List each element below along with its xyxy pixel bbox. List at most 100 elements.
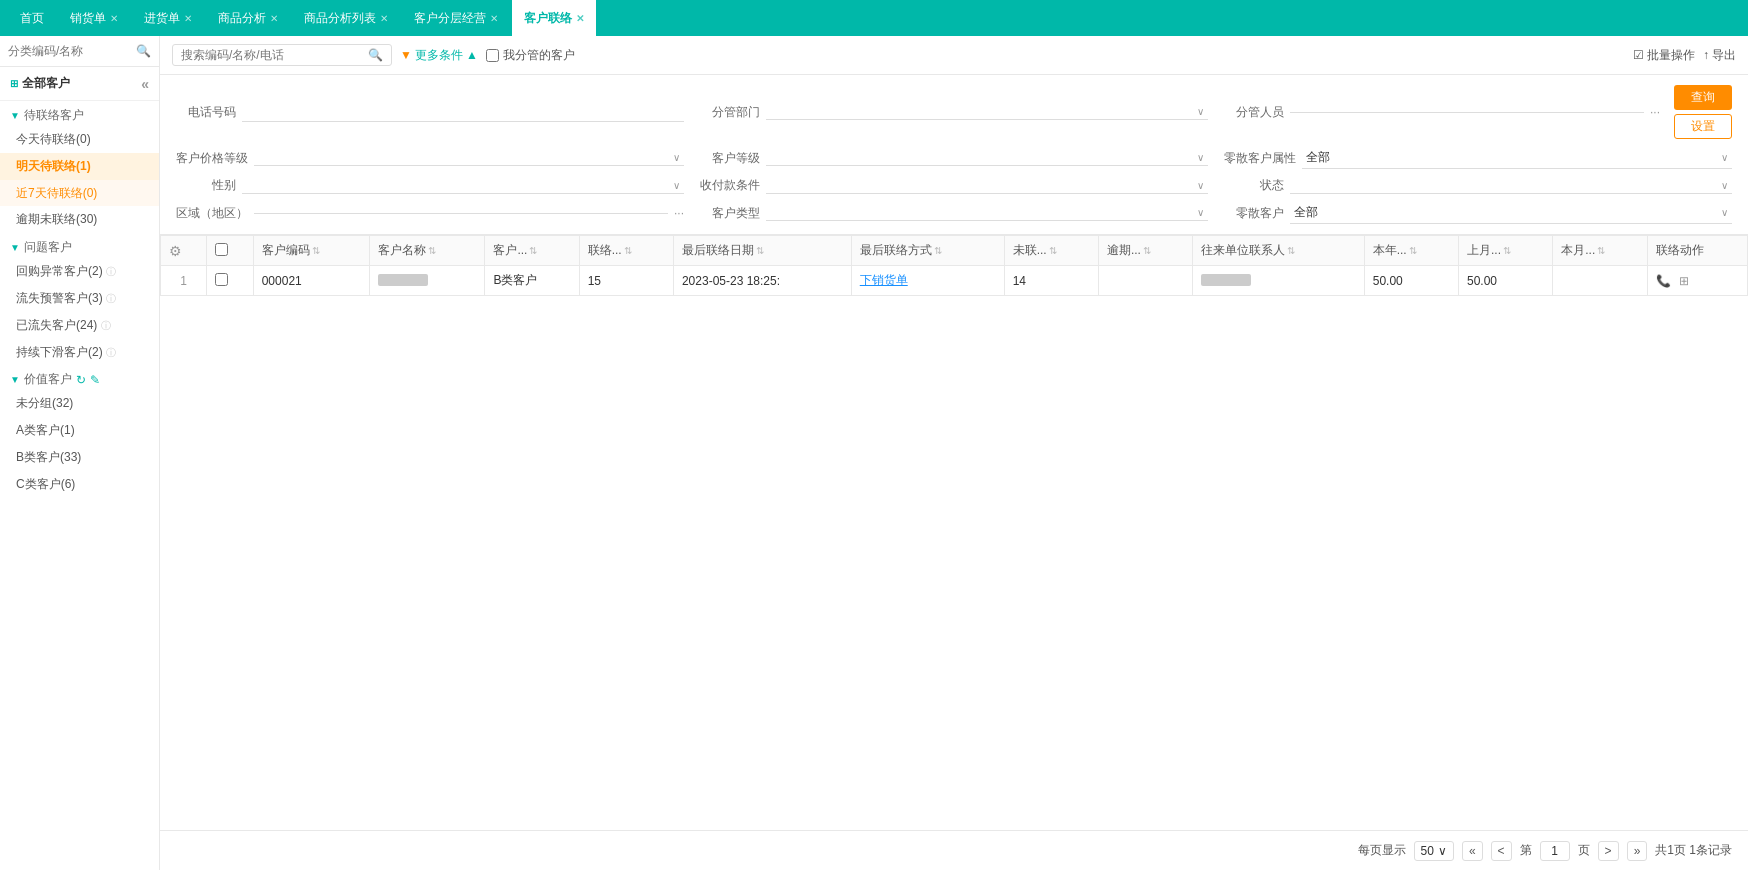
grid-action-icon[interactable]: ⊞ (1679, 274, 1689, 288)
sidebar-item-today[interactable]: 今天待联络(0) (0, 126, 159, 153)
value-arrow-icon: ▼ (10, 374, 20, 385)
manager-dots[interactable]: ··· (1650, 105, 1660, 119)
sort-overdue-icon[interactable]: ⇅ (1143, 245, 1151, 256)
sidebar-item-lost[interactable]: 已流失客户(24) ⓘ (0, 312, 159, 339)
col-type: 客户...⇅ (485, 236, 579, 266)
sidebar-item-abnormal[interactable]: 回购异常客户(2) ⓘ (0, 258, 159, 285)
top-nav: 首页 销货单 ✕ 进货单 ✕ 商品分析 ✕ 商品分析列表 ✕ 客户分层经营 ✕ … (0, 0, 1748, 36)
reset-btn[interactable]: 设置 (1674, 114, 1732, 139)
page-info-label: 第 (1520, 842, 1532, 859)
pending-arrow-icon: ▼ (10, 110, 20, 121)
nav-home[interactable]: 首页 (8, 0, 56, 36)
close-sales-tab[interactable]: ✕ (110, 13, 118, 24)
nav-purchase[interactable]: 进货单 ✕ (132, 0, 204, 36)
nav-sales[interactable]: 销货单 ✕ (58, 0, 130, 36)
gender-select[interactable]: ∨ (242, 178, 684, 194)
row-last-month: 50.00 (1458, 266, 1552, 296)
sidebar-item-warning[interactable]: 流失预警客户(3) ⓘ (0, 285, 159, 312)
col-gear[interactable]: ⚙ (161, 236, 207, 266)
filter-status: 状态 ∨ (1224, 177, 1732, 194)
select-all-checkbox[interactable] (215, 243, 228, 256)
retail-customer-select[interactable]: 全部∨ (1290, 202, 1732, 224)
last-page-btn[interactable]: » (1627, 841, 1648, 861)
retail-attr-select[interactable]: 全部∨ (1302, 147, 1732, 169)
sidebar-item-tomorrow[interactable]: 明天待联络(1) (0, 153, 159, 180)
sort-not-linked-icon[interactable]: ⇅ (1049, 245, 1057, 256)
search-input[interactable] (181, 48, 364, 62)
sidebar-item-class-b[interactable]: B类客户(33) (0, 444, 159, 471)
price-grade-select[interactable]: ∨ (254, 150, 684, 166)
row-type: B类客户 (485, 266, 579, 296)
row-checkbox[interactable] (215, 273, 228, 286)
col-overdue: 逾期...⇅ (1098, 236, 1192, 266)
refresh-icon[interactable]: ↻ (76, 373, 86, 387)
sidebar-search-icon[interactable]: 🔍 (136, 44, 151, 58)
sidebar-search-input[interactable] (8, 44, 132, 58)
status-select[interactable]: ∨ (1290, 178, 1732, 194)
sidebar-item-declining[interactable]: 持续下滑客户(2) ⓘ (0, 339, 159, 366)
first-page-btn[interactable]: « (1462, 841, 1483, 861)
customer-grade-select[interactable]: ∨ (766, 150, 1208, 166)
grid-icon: ⊞ (10, 78, 18, 89)
nav-analysis[interactable]: 商品分析 ✕ (206, 0, 290, 36)
close-purchase-tab[interactable]: ✕ (184, 13, 192, 24)
sort-contact-icon[interactable]: ⇅ (624, 245, 632, 256)
filter-up-icon: ▲ (466, 48, 478, 62)
sidebar-item-class-a[interactable]: A类客户(1) (0, 417, 159, 444)
filter-phone: 电话号码 (176, 85, 684, 139)
filter-dept: 分管部门 ∨ (700, 85, 1208, 139)
prev-page-btn[interactable]: < (1491, 841, 1512, 861)
nav-customer-contact[interactable]: 客户联络 ✕ (512, 0, 596, 36)
sidebar-collapse-btn[interactable]: « (141, 76, 149, 92)
close-customer-tier-tab[interactable]: ✕ (490, 13, 498, 24)
sort-last-method-icon[interactable]: ⇅ (934, 245, 942, 256)
last-method-link[interactable]: 下销货单 (860, 273, 908, 287)
phone-input[interactable] (242, 103, 684, 122)
batch-op-btn[interactable]: ☑ 批量操作 (1633, 47, 1695, 64)
region-dots[interactable]: ··· (674, 206, 684, 220)
sort-name-icon[interactable]: ⇅ (428, 245, 436, 256)
edit-icon[interactable]: ✎ (90, 373, 100, 387)
sidebar-pending-group-title: ▼ 待联络客户 (0, 101, 159, 126)
close-analysis-list-tab[interactable]: ✕ (380, 13, 388, 24)
col-last-month: 上月...⇅ (1458, 236, 1552, 266)
close-customer-contact-tab[interactable]: ✕ (576, 13, 584, 24)
sort-this-year-icon[interactable]: ⇅ (1409, 245, 1417, 256)
my-customers-wrap: 我分管的客户 (486, 47, 575, 64)
problem-arrow-icon: ▼ (10, 242, 20, 253)
sidebar-item-overdue[interactable]: 逾期未联络(30) (0, 206, 159, 233)
blurred-unit-contact (1201, 274, 1251, 286)
sort-unit-contact-icon[interactable]: ⇅ (1287, 245, 1295, 256)
dept-select[interactable]: ∨ (766, 104, 1208, 120)
gear-icon[interactable]: ⚙ (169, 243, 182, 259)
export-btn[interactable]: ↑ 导出 (1703, 47, 1736, 64)
sort-code-icon[interactable]: ⇅ (312, 245, 320, 256)
customer-type-select[interactable]: ∨ (766, 205, 1208, 221)
page-size-select[interactable]: 50 ∨ (1414, 841, 1454, 861)
row-unit-contact (1193, 266, 1364, 296)
page-size-arrow-icon: ∨ (1438, 844, 1447, 858)
page-number-input[interactable] (1540, 841, 1570, 861)
sidebar-item-7days[interactable]: 近7天待联络(0) (0, 180, 159, 207)
sort-this-month-icon[interactable]: ⇅ (1597, 245, 1605, 256)
row-action: 📞 ⊞ (1647, 266, 1748, 296)
close-analysis-tab[interactable]: ✕ (270, 13, 278, 24)
search-icon[interactable]: 🔍 (368, 48, 383, 62)
phone-action-icon[interactable]: 📞 (1656, 274, 1671, 288)
sort-last-month-icon[interactable]: ⇅ (1503, 245, 1511, 256)
sidebar-item-ungrouped[interactable]: 未分组(32) (0, 390, 159, 417)
sidebar: 🔍 ⊞ 全部客户 « ▼ 待联络客户 今天待联络(0) 明天待联络(1) 近7天… (0, 36, 160, 870)
sidebar-item-class-c[interactable]: C类客户(6) (0, 471, 159, 498)
nav-customer-tier[interactable]: 客户分层经营 ✕ (402, 0, 510, 36)
query-btn[interactable]: 查询 (1674, 85, 1732, 110)
sort-last-date-icon[interactable]: ⇅ (756, 245, 764, 256)
sidebar-all-customers[interactable]: ⊞ 全部客户 « (0, 67, 159, 101)
filter-more-btn[interactable]: ▼ 更多条件 ▲ (400, 47, 478, 64)
sort-type-icon[interactable]: ⇅ (529, 245, 537, 256)
payment-select[interactable]: ∨ (766, 178, 1208, 194)
next-page-btn[interactable]: > (1598, 841, 1619, 861)
filter-gender: 性别 ∨ (176, 177, 684, 194)
search-input-wrap: 🔍 (172, 44, 392, 66)
my-customers-checkbox[interactable] (486, 49, 499, 62)
nav-analysis-list[interactable]: 商品分析列表 ✕ (292, 0, 400, 36)
